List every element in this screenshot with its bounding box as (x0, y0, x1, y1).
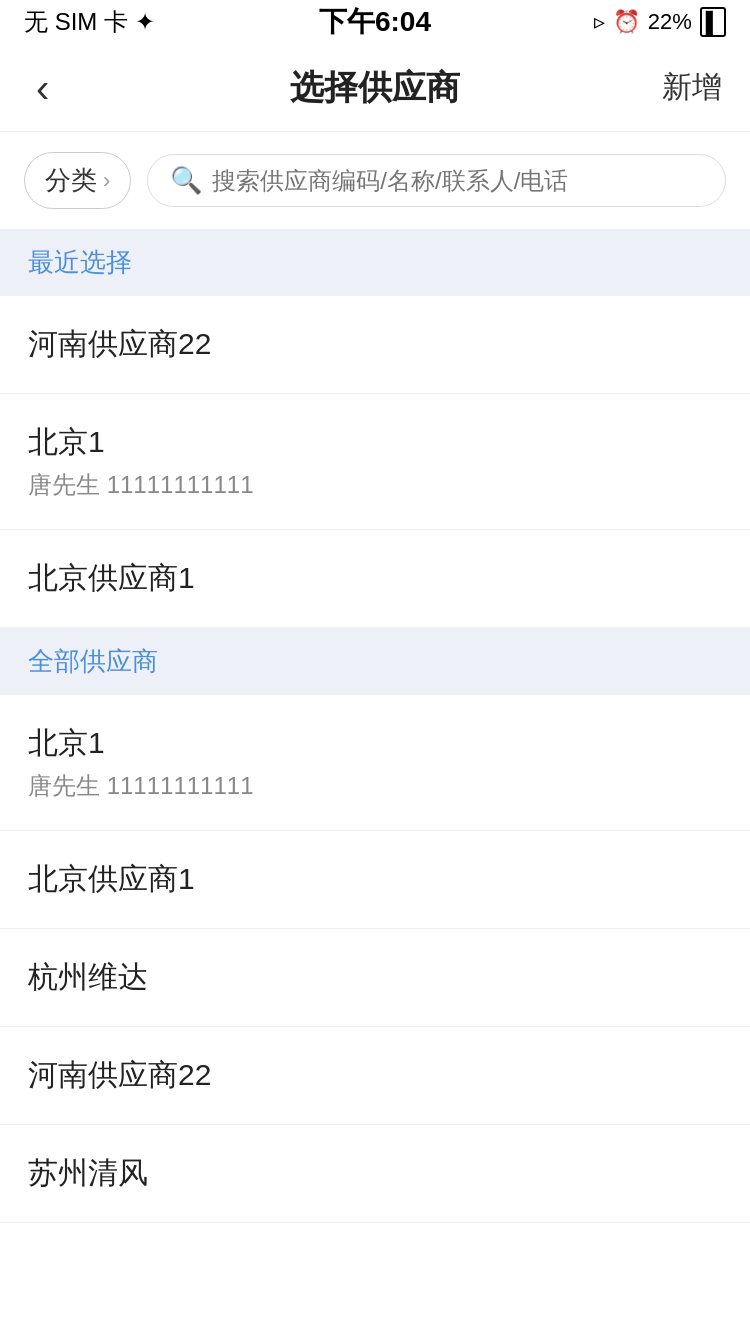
recent-section-label: 最近选择 (28, 247, 132, 277)
chevron-right-icon: › (103, 168, 110, 194)
list-item[interactable]: 北京1 唐先生 11111111111 (0, 695, 750, 831)
list-item[interactable]: 杭州维达 (0, 929, 750, 1027)
item-name: 苏州清风 (28, 1153, 722, 1194)
list-item[interactable]: 河南供应商22 (0, 1027, 750, 1125)
list-item[interactable]: 北京供应商1 (0, 530, 750, 628)
item-name: 河南供应商22 (28, 324, 722, 365)
all-section-label: 全部供应商 (28, 646, 158, 676)
status-right: ▹ ⏰ 22% ▌ (594, 7, 726, 37)
item-name: 杭州维达 (28, 957, 722, 998)
list-item[interactable]: 河南供应商22 (0, 296, 750, 394)
nav-bar: ‹ 选择供应商 新增 (0, 44, 750, 132)
search-box[interactable]: 🔍 (147, 154, 726, 207)
add-button[interactable]: 新增 (662, 67, 722, 108)
location-icon: ▹ (594, 9, 605, 35)
battery-icon: ▌ (700, 7, 726, 37)
item-sub: 唐先生 11111111111 (28, 770, 722, 802)
page-title: 选择供应商 (290, 65, 460, 111)
no-sim-text: 无 SIM 卡 ✦ (24, 6, 155, 38)
status-left: 无 SIM 卡 ✦ (24, 6, 155, 38)
search-icon: 🔍 (170, 165, 202, 196)
all-section-header: 全部供应商 (0, 628, 750, 695)
list-item[interactable]: 苏州清风 (0, 1125, 750, 1223)
search-input[interactable] (212, 167, 703, 195)
item-sub: 唐先生 11111111111 (28, 469, 722, 501)
item-name: 北京供应商1 (28, 859, 722, 900)
item-name: 北京1 (28, 723, 722, 764)
item-name: 北京供应商1 (28, 558, 722, 599)
category-button[interactable]: 分类 › (24, 152, 131, 209)
item-name: 河南供应商22 (28, 1055, 722, 1096)
recent-list: 河南供应商22 北京1 唐先生 11111111111 北京供应商1 (0, 296, 750, 628)
alarm-icon: ⏰ (613, 9, 640, 35)
all-list: 北京1 唐先生 11111111111 北京供应商1 杭州维达河南供应商22 苏州清风 (0, 695, 750, 1223)
recent-section-header: 最近选择 (0, 229, 750, 296)
status-bar: 无 SIM 卡 ✦ 下午6:04 ▹ ⏰ 22% ▌ (0, 0, 750, 44)
category-label: 分类 (45, 163, 97, 198)
filter-bar: 分类 › 🔍 (0, 132, 750, 229)
status-time: 下午6:04 (319, 3, 431, 41)
battery-text: 22% (648, 9, 692, 35)
back-button[interactable]: ‹ (28, 60, 57, 116)
list-item[interactable]: 北京供应商1 (0, 831, 750, 929)
list-item[interactable]: 北京1 唐先生 11111111111 (0, 394, 750, 530)
item-name: 北京1 (28, 422, 722, 463)
